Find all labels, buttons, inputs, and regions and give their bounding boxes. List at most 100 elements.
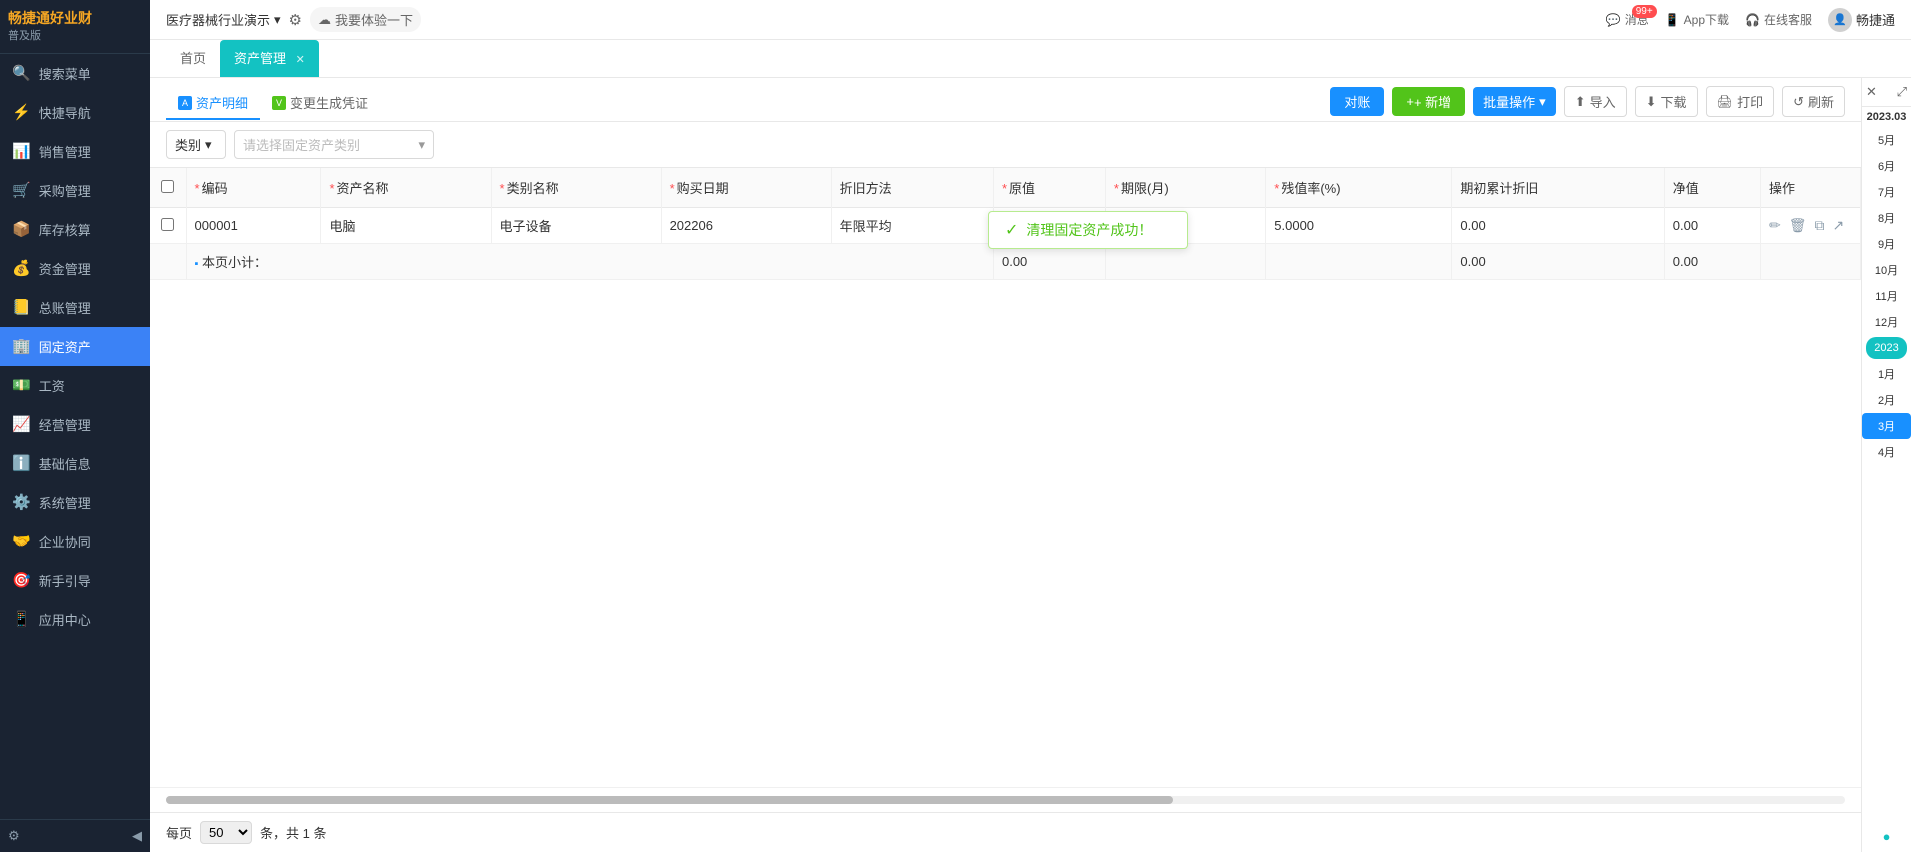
sidebar-item-guide[interactable]: 🎯 新手引导 bbox=[0, 561, 150, 600]
sidebar-item-enterprise[interactable]: 🤝 企业协同 bbox=[0, 522, 150, 561]
sidebar-item-system[interactable]: ⚙️ 系统管理 bbox=[0, 483, 150, 522]
sub-tab-label: 变更生成凭证 bbox=[290, 93, 368, 112]
app-edition: 普及版 bbox=[8, 27, 92, 43]
col-residual-rate: *残值率(%) bbox=[1266, 168, 1452, 208]
rs-expand-icon[interactable]: ⤢ bbox=[1897, 84, 1907, 100]
category-input[interactable]: 请选择固定资产类别 ▾ bbox=[234, 130, 434, 159]
experience-btn[interactable]: ☁ 我要体验一下 bbox=[310, 7, 421, 32]
quick-nav-icon: ⚡ bbox=[12, 103, 31, 121]
company-name: 医疗器械行业演示 bbox=[166, 10, 270, 29]
rs-month-9[interactable]: 9月 bbox=[1862, 231, 1911, 257]
online-service-btn[interactable]: 🎧 在线客服 bbox=[1745, 11, 1812, 28]
rs-month-6[interactable]: 6月 bbox=[1862, 153, 1911, 179]
filter-left: 类别 ▾ 请选择固定资产类别 ▾ bbox=[166, 130, 434, 159]
download-button[interactable]: ⬇ 下载 bbox=[1635, 86, 1698, 117]
sidebar-item-sales[interactable]: 📊 销售管理 bbox=[0, 132, 150, 171]
rs-close-icon[interactable]: ✕ bbox=[1866, 84, 1877, 100]
sidebar-item-management[interactable]: 📈 经营管理 bbox=[0, 405, 150, 444]
sidebar-item-label: 基础信息 bbox=[39, 454, 91, 473]
chevron-down-icon: ▾ bbox=[205, 137, 212, 153]
rs-month-11[interactable]: 11月 bbox=[1862, 283, 1911, 309]
app-logo: 畅捷通好业财 bbox=[8, 10, 92, 27]
tab-home[interactable]: 首页 bbox=[166, 40, 220, 77]
delete-icon[interactable]: 🗑 bbox=[1789, 217, 1807, 234]
import-button[interactable]: ⬆ 导入 bbox=[1564, 86, 1627, 117]
sub-tab-label: 资产明细 bbox=[196, 93, 248, 112]
settings-icon[interactable]: ⚙ bbox=[8, 828, 20, 844]
sub-tab-asset-detail[interactable]: A 资产明细 bbox=[166, 87, 260, 120]
avatar: 👤 bbox=[1828, 8, 1852, 32]
sidebar-item-quick-nav[interactable]: ⚡ 快捷导航 bbox=[0, 93, 150, 132]
toast-message: 清理固定资产成功！ bbox=[1026, 220, 1152, 240]
sidebar-nav: 🔍 搜索菜单 ⚡ 快捷导航 📊 销售管理 🛒 采购管理 📦 库存核算 💰 资金管… bbox=[0, 54, 150, 819]
filter-placeholder: 请选择固定资产类别 bbox=[243, 135, 360, 154]
print-button[interactable]: 🖨 打印 bbox=[1706, 86, 1775, 117]
sub-tab-change-voucher[interactable]: V 变更生成凭证 bbox=[260, 87, 380, 120]
message-btn[interactable]: 💬 消息 99+ bbox=[1606, 11, 1649, 28]
rs-year-badge[interactable]: 2023 bbox=[1866, 337, 1907, 359]
sidebar-item-label: 工资 bbox=[39, 376, 65, 395]
scroll-thumb bbox=[166, 796, 1173, 804]
company-selector[interactable]: 医疗器械行业演示 ▾ bbox=[166, 10, 281, 29]
collapse-icon[interactable]: ◀ bbox=[132, 828, 142, 844]
subtotal-net: 0.00 bbox=[1664, 244, 1760, 280]
refresh-icon: ↺ bbox=[1793, 94, 1804, 110]
sidebar-item-search[interactable]: 🔍 搜索菜单 bbox=[0, 54, 150, 93]
tab-asset-mgmt[interactable]: 资产管理 ✕ bbox=[220, 40, 319, 77]
sidebar-item-fund[interactable]: 💰 资金管理 bbox=[0, 249, 150, 288]
rs-month-4[interactable]: 4月 bbox=[1862, 439, 1911, 465]
subtotal-init: 0.00 bbox=[1452, 244, 1664, 280]
rs-month-3-active[interactable]: 3月 bbox=[1862, 413, 1911, 439]
fund-icon: 💰 bbox=[12, 259, 31, 277]
asset-table: *编码 *资产名称 *类别名称 *购买日期 折旧方法 *原值 *期限(月) *残… bbox=[150, 168, 1861, 280]
copy-icon[interactable]: ⧉ bbox=[1815, 217, 1825, 234]
category-select[interactable]: 类别 ▾ bbox=[166, 130, 226, 159]
sidebar-item-label: 快捷导航 bbox=[39, 103, 91, 122]
sidebar-item-basic-info[interactable]: ℹ️ 基础信息 bbox=[0, 444, 150, 483]
reconcile-button[interactable]: 对账 bbox=[1330, 87, 1384, 116]
col-depreciation: 折旧方法 bbox=[831, 168, 993, 208]
settings-button[interactable]: ⚙ bbox=[289, 11, 302, 29]
guide-icon: 🎯 bbox=[12, 571, 31, 589]
headset-icon: 🎧 bbox=[1745, 13, 1760, 27]
rs-month-5[interactable]: 5月 bbox=[1862, 127, 1911, 153]
col-check bbox=[150, 168, 186, 208]
rs-month-8[interactable]: 8月 bbox=[1862, 205, 1911, 231]
batch-ops-button[interactable]: 批量操作 ▾ bbox=[1473, 87, 1556, 116]
row-checkbox[interactable] bbox=[161, 218, 174, 231]
tab-close-icon[interactable]: ✕ bbox=[296, 54, 305, 66]
print-icon: 🖨 bbox=[1717, 94, 1734, 110]
sidebar-item-purchase[interactable]: 🛒 采购管理 bbox=[0, 171, 150, 210]
col-action: 操作 bbox=[1761, 168, 1861, 208]
sidebar-item-payroll[interactable]: 💵 工资 bbox=[0, 366, 150, 405]
sidebar-item-ledger[interactable]: 📒 总账管理 bbox=[0, 288, 150, 327]
rs-month-7[interactable]: 7月 bbox=[1862, 179, 1911, 205]
refresh-button[interactable]: ↺ 刷新 bbox=[1782, 86, 1845, 117]
topbar-left: 医疗器械行业演示 ▾ ⚙ ☁ 我要体验一下 bbox=[166, 7, 1598, 32]
sidebar-item-inventory[interactable]: 📦 库存核算 bbox=[0, 210, 150, 249]
rs-month-1[interactable]: 1月 bbox=[1862, 361, 1911, 387]
rs-dot-btn[interactable]: ● bbox=[1875, 821, 1899, 852]
sidebar-item-fixed-asset[interactable]: 🏢 固定资产 bbox=[0, 327, 150, 366]
select-all-checkbox[interactable] bbox=[161, 180, 174, 193]
action-icons: ✏ 🗑 ⧉ ↗ bbox=[1769, 217, 1852, 234]
horizontal-scrollbar[interactable] bbox=[166, 796, 1845, 804]
right-sidebar: ✕ ⤢ 2023.03 5月 6月 7月 8月 9月 10月 11月 12月 2… bbox=[1861, 78, 1911, 852]
rs-month-10[interactable]: 10月 bbox=[1862, 257, 1911, 283]
app-download-btn[interactable]: 📱 App下载 bbox=[1665, 11, 1729, 28]
more-icon[interactable]: ↗ bbox=[1833, 217, 1845, 234]
sidebar-item-app-center[interactable]: 📱 应用中心 bbox=[0, 600, 150, 639]
message-badge: 99+ bbox=[1632, 5, 1657, 18]
search-icon: 🔍 bbox=[12, 64, 31, 82]
row-check bbox=[150, 208, 186, 244]
change-voucher-icon: V bbox=[272, 96, 286, 110]
topbar-right: 💬 消息 99+ 📱 App下载 🎧 在线客服 👤 畅捷通 bbox=[1606, 8, 1895, 32]
edit-icon[interactable]: ✏ bbox=[1769, 217, 1781, 234]
page-size-select[interactable]: 50 100 200 bbox=[200, 821, 252, 844]
rs-month-2[interactable]: 2月 bbox=[1862, 387, 1911, 413]
col-original-value: *原值 bbox=[993, 168, 1105, 208]
sidebar-item-label: 经营管理 bbox=[39, 415, 91, 434]
add-new-button[interactable]: + + 新增 bbox=[1392, 87, 1465, 116]
rs-month-12[interactable]: 12月 bbox=[1862, 309, 1911, 335]
user-menu[interactable]: 👤 畅捷通 bbox=[1828, 8, 1895, 32]
